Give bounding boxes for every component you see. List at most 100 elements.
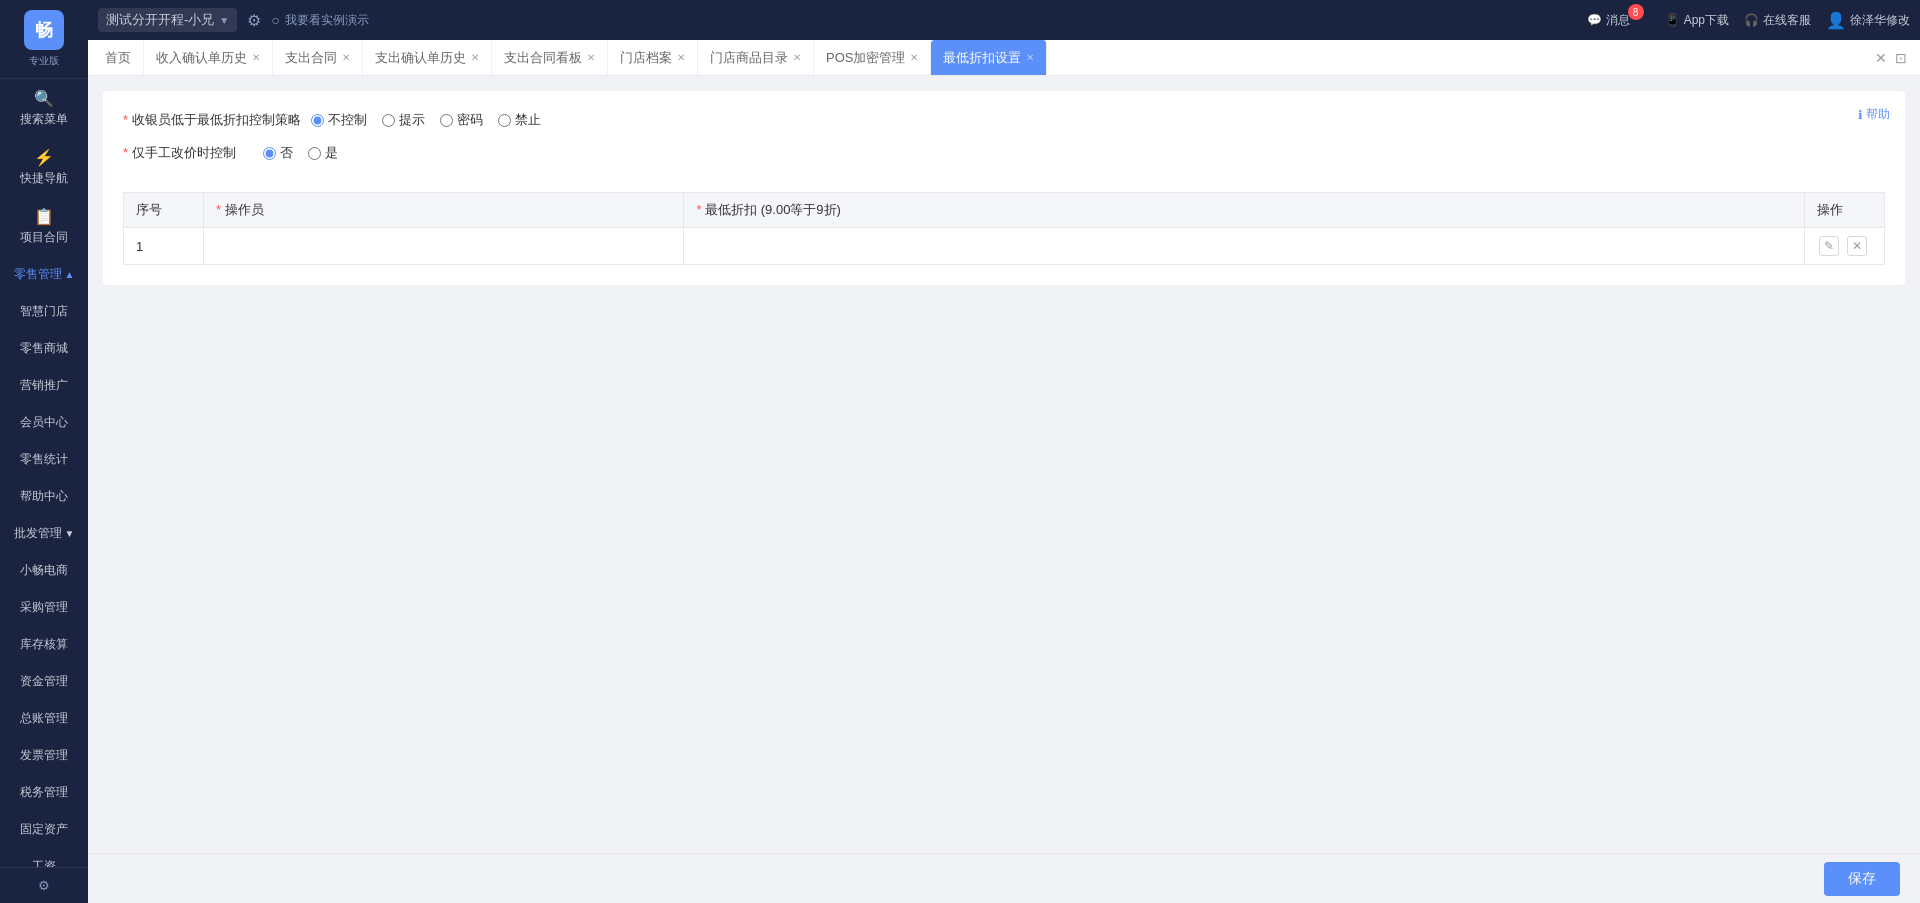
project-selector[interactable]: 测试分开开程-小兄 ▼ [98, 8, 237, 32]
sidebar-item-retail-mgmt[interactable]: 零售管理 ▲ [0, 256, 88, 293]
phone-icon: 📱 [1665, 13, 1680, 27]
sidebar-item-fund-mgmt[interactable]: 资金管理 [0, 663, 88, 700]
tab-expenditure-confirm-history[interactable]: 支出确认单历史 ✕ [363, 40, 492, 76]
sidebar-item-inventory[interactable]: 库存核算 [0, 626, 88, 663]
manual-price-yes[interactable]: 是 [308, 144, 338, 162]
sidebar-logo: 畅 专业版 [0, 0, 88, 79]
logo-text: 专业版 [29, 54, 59, 68]
sidebar-item-search-menu[interactable]: 🔍 搜索菜单 [0, 79, 88, 138]
tab-min-discount-close[interactable]: ✕ [1026, 52, 1034, 63]
sidebar-item-tax-mgmt[interactable]: 税务管理 [0, 774, 88, 811]
row-delete-button[interactable]: ✕ [1847, 236, 1867, 256]
headset-icon: 🎧 [1744, 13, 1759, 27]
tab-expenditure-kanban[interactable]: 支出合同看板 ✕ [492, 40, 608, 76]
sidebar-item-label-helpcenter: 帮助中心 [20, 488, 68, 505]
logo-icon: 畅 [24, 10, 64, 50]
sidebar-item-salary[interactable]: 工资 [0, 848, 88, 867]
sidebar-item-ecommerce[interactable]: 小畅电商 [0, 552, 88, 589]
tab-more-icon[interactable]: ⊡ [1895, 50, 1907, 66]
sidebar-nav: 🔍 搜索菜单 ⚡ 快捷导航 📋 项目合同 零售管理 ▲ 智慧门店 零售商城 营销… [0, 79, 88, 867]
sidebar-item-label-retailmall: 零售商城 [20, 340, 68, 357]
help-circle-icon: ℹ [1858, 108, 1863, 122]
topbar-demo[interactable]: ○ 我要看实例演示 [271, 12, 368, 29]
manual-price-label: 仅手工改价时控制 [123, 144, 253, 162]
policy-forbidden[interactable]: 禁止 [498, 111, 541, 129]
main-area: 测试分开开程-小兄 ▼ ⚙ ○ 我要看实例演示 💬 消息 8 📱 App下载 🎧… [88, 0, 1920, 903]
sidebar-item-invoice-mgmt[interactable]: 发票管理 [0, 737, 88, 774]
policy-hint[interactable]: 提示 [382, 111, 425, 129]
sidebar: 畅 专业版 🔍 搜索菜单 ⚡ 快捷导航 📋 项目合同 零售管理 ▲ 智慧门店 零… [0, 0, 88, 903]
row-edit-button[interactable]: ✎ [1819, 236, 1839, 256]
settings-gear-icon: ⚙ [38, 878, 50, 893]
tab-close-all-icon[interactable]: ✕ [1875, 50, 1887, 66]
row-actions: ✎ ✕ [1805, 228, 1885, 265]
project-dropdown-icon: ▼ [219, 15, 229, 26]
tab-income-confirm-history[interactable]: 收入确认单历史 ✕ [144, 40, 273, 76]
policy-password[interactable]: 密码 [440, 111, 483, 129]
cashier-policy-row: 收银员低于最低折扣控制策略 不控制 提示 密码 [123, 111, 1885, 129]
sidebar-item-retail-mall[interactable]: 零售商城 [0, 330, 88, 367]
demo-circle-icon: ○ [271, 12, 279, 28]
tab-expenditure-confirm-history-close[interactable]: ✕ [471, 52, 479, 63]
tab-pos-encrypt-close[interactable]: ✕ [910, 52, 918, 63]
tab-store-product-close[interactable]: ✕ [793, 52, 801, 63]
row-min-discount[interactable] [684, 228, 1805, 265]
sidebar-item-project-contract[interactable]: 📋 项目合同 [0, 197, 88, 256]
manual-price-no[interactable]: 否 [263, 144, 293, 162]
sidebar-item-label-retail: 零售管理 [14, 266, 62, 283]
tab-store-archive-close[interactable]: ✕ [677, 52, 685, 63]
customer-service-item[interactable]: 🎧 在线客服 [1744, 12, 1811, 29]
sidebar-item-retail-stats[interactable]: 零售统计 [0, 441, 88, 478]
tab-pos-encrypt[interactable]: POS加密管理 ✕ [814, 40, 931, 76]
policy-password-label: 密码 [457, 111, 483, 129]
sidebar-item-label-salary: 工资 [32, 858, 56, 867]
tab-income-confirm-history-label: 收入确认单历史 [156, 49, 247, 67]
save-button[interactable]: 保存 [1824, 862, 1900, 896]
sidebar-item-fixed-assets[interactable]: 固定资产 [0, 811, 88, 848]
tab-store-product[interactable]: 门店商品目录 ✕ [698, 40, 814, 76]
col-operator: * 操作员 [204, 193, 684, 228]
sidebar-item-label-quicknav: 快捷导航 [20, 170, 68, 187]
tab-expenditure-contract-close[interactable]: ✕ [342, 52, 350, 63]
sidebar-item-label-invoice: 发票管理 [20, 747, 68, 764]
demo-text: 我要看实例演示 [285, 12, 369, 29]
sidebar-settings[interactable]: ⚙ [0, 867, 88, 903]
sidebar-item-label-marketing: 营销推广 [20, 377, 68, 394]
sidebar-item-purchase-mgmt[interactable]: 采购管理 [0, 589, 88, 626]
tab-store-archive[interactable]: 门店档案 ✕ [608, 40, 698, 76]
user-item[interactable]: 👤 徐泽华修改 [1826, 11, 1910, 30]
col-actions: 操作 [1805, 193, 1885, 228]
cashier-policy-label: 收银员低于最低折扣控制策略 [123, 111, 301, 129]
policy-no-control[interactable]: 不控制 [311, 111, 367, 129]
cashier-policy-options: 不控制 提示 密码 禁止 [311, 111, 541, 129]
tabbar: 首页 收入确认单历史 ✕ 支出合同 ✕ 支出确认单历史 ✕ 支出合同看板 ✕ 门… [88, 40, 1920, 76]
tab-expenditure-contract[interactable]: 支出合同 ✕ [273, 40, 363, 76]
sidebar-item-quick-nav[interactable]: ⚡ 快捷导航 [0, 138, 88, 197]
tab-expenditure-contract-label: 支出合同 [285, 49, 337, 67]
messages-item[interactable]: 💬 消息 8 [1587, 12, 1650, 29]
quick-nav-icon: ⚡ [34, 148, 54, 167]
tab-home-label: 首页 [105, 49, 131, 67]
sidebar-item-label-ledger: 总账管理 [20, 710, 68, 727]
sidebar-item-ledger-mgmt[interactable]: 总账管理 [0, 700, 88, 737]
topbar-settings-icon[interactable]: ⚙ [247, 11, 261, 30]
topbar-right: 💬 消息 8 📱 App下载 🎧 在线客服 👤 徐泽华修改 [1587, 11, 1910, 30]
app-download-label: App下载 [1684, 12, 1729, 29]
sidebar-item-label-tax: 税务管理 [20, 784, 68, 801]
sidebar-item-wholesale-mgmt[interactable]: 批发管理 ▼ [0, 515, 88, 552]
sidebar-item-help-center[interactable]: 帮助中心 [0, 478, 88, 515]
message-label: 消息 [1606, 12, 1630, 29]
help-link[interactable]: ℹ 帮助 [1858, 106, 1890, 123]
message-icon: 💬 [1587, 13, 1602, 27]
user-name: 徐泽华修改 [1850, 12, 1910, 29]
tab-income-confirm-history-close[interactable]: ✕ [252, 52, 260, 63]
sidebar-item-smart-store[interactable]: 智慧门店 [0, 293, 88, 330]
app-download-item[interactable]: 📱 App下载 [1665, 12, 1729, 29]
tab-expenditure-kanban-close[interactable]: ✕ [587, 52, 595, 63]
sidebar-item-marketing[interactable]: 营销推广 [0, 367, 88, 404]
row-operator[interactable] [204, 228, 684, 265]
sidebar-item-member-center[interactable]: 会员中心 [0, 404, 88, 441]
tab-min-discount[interactable]: 最低折扣设置 ✕ [931, 40, 1047, 76]
tab-home[interactable]: 首页 [93, 40, 144, 76]
sidebar-item-label-smartstore: 智慧门店 [20, 303, 68, 320]
